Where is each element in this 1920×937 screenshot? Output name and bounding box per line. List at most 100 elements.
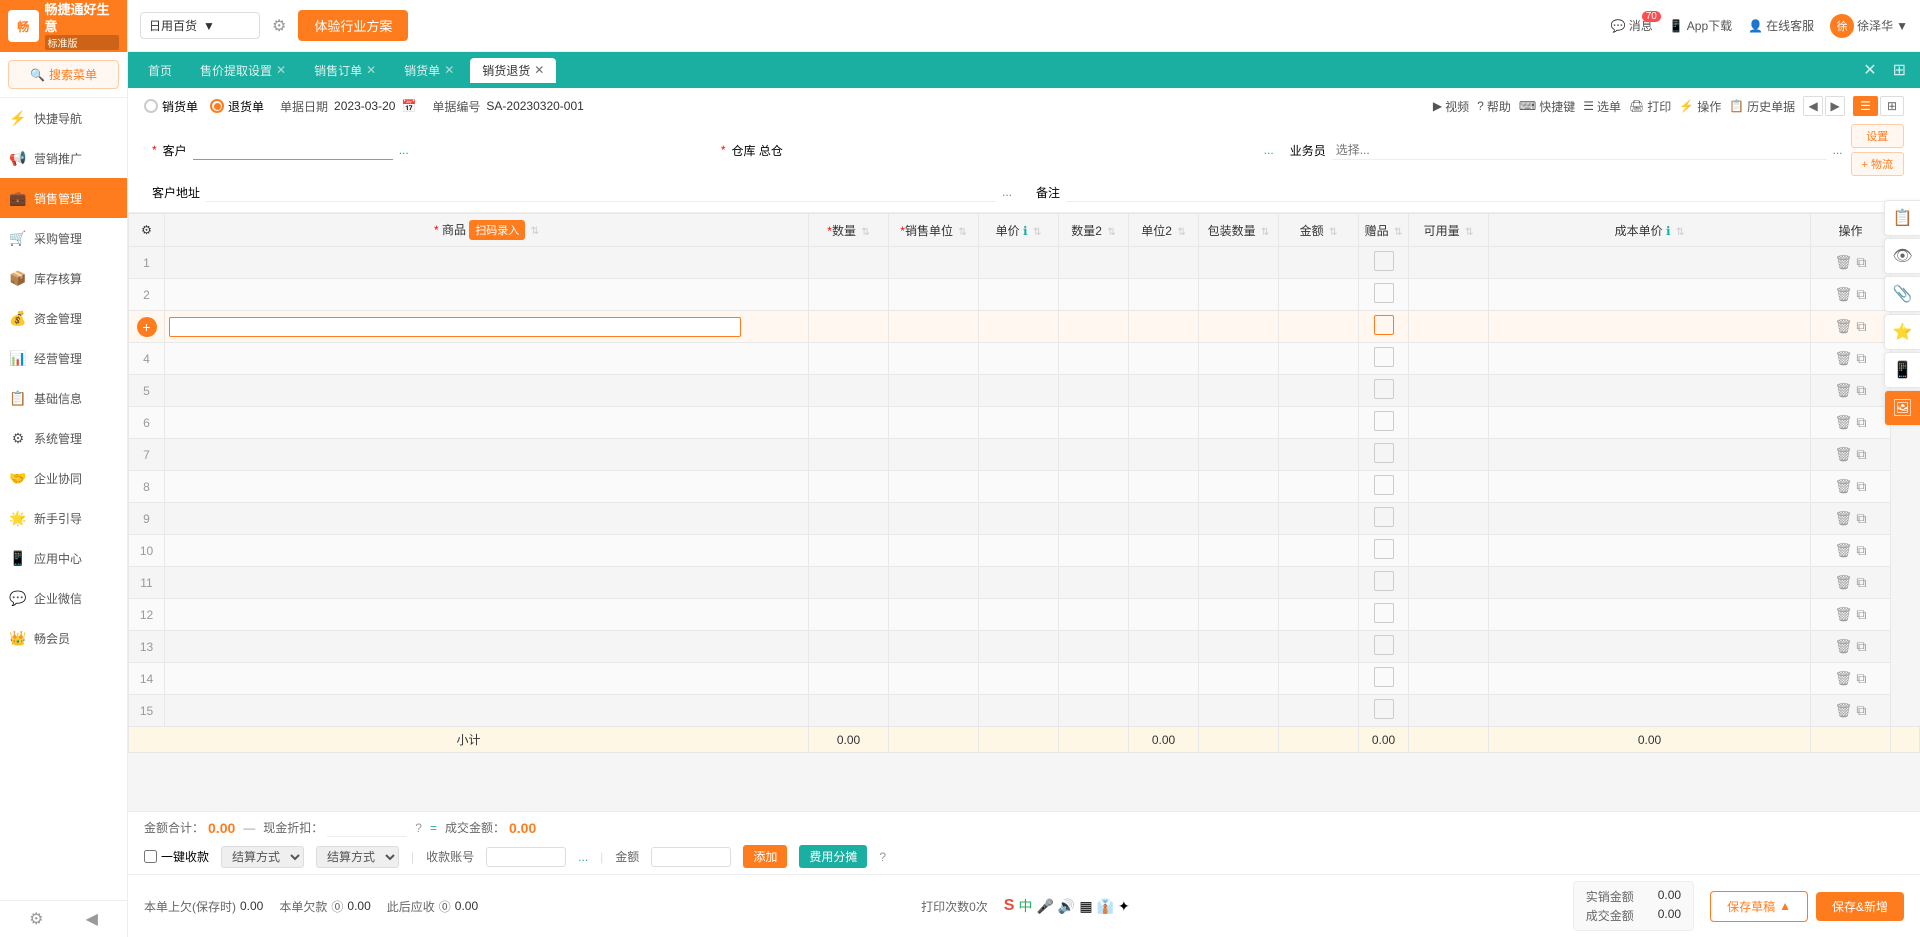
copy-row-icon-3[interactable]: ⧉: [1856, 318, 1866, 335]
sidebar-item-finance[interactable]: 💰 资金管理: [0, 298, 127, 338]
sidebar-item-apps[interactable]: 📱 应用中心: [0, 538, 127, 578]
gift-checkbox-3[interactable]: [1374, 315, 1394, 335]
copy-row-icon-11[interactable]: ⧉: [1856, 574, 1866, 591]
help-circle-icon[interactable]: ?: [415, 821, 422, 835]
tab-sales-return[interactable]: 销货退货 ✕: [470, 58, 556, 83]
delete-row-icon-10[interactable]: 🗑: [1835, 542, 1853, 559]
gift-checkbox-6[interactable]: [1374, 411, 1394, 431]
tab-close-all-icon[interactable]: ✕: [1857, 58, 1882, 82]
gift-checkbox-4[interactable]: [1374, 347, 1394, 367]
tab-price-setting[interactable]: 售价提取设置 ✕: [188, 58, 298, 83]
fee-help-icon[interactable]: ?: [879, 850, 886, 864]
gift-checkbox-10[interactable]: [1374, 539, 1394, 559]
video-action[interactable]: ▶ 视频: [1433, 98, 1469, 115]
gift-checkbox-1[interactable]: [1374, 251, 1394, 271]
shirt-icon[interactable]: 👔: [1097, 898, 1114, 915]
industry-select[interactable]: 日用百货 ▼: [140, 12, 260, 39]
customer-dots[interactable]: ...: [399, 143, 409, 157]
copy-row-icon-14[interactable]: ⧉: [1856, 670, 1866, 687]
tab-close-sales-order[interactable]: ✕: [366, 63, 376, 77]
gift-checkbox-11[interactable]: [1374, 571, 1394, 591]
collapse-icon[interactable]: ◀: [86, 909, 98, 929]
delete-row-icon-14[interactable]: 🗑: [1835, 670, 1853, 687]
tab-close-sales-return[interactable]: ✕: [534, 63, 544, 77]
delete-row-icon-13[interactable]: 🗑: [1835, 638, 1853, 655]
sound-icon[interactable]: 🔊: [1058, 898, 1075, 915]
logistics-btn[interactable]: + 物流: [1851, 152, 1904, 176]
save-draft-button[interactable]: 保存草稿 ▲: [1710, 891, 1808, 922]
product-input-3[interactable]: [169, 317, 741, 337]
price-info-icon[interactable]: ℹ: [1023, 224, 1028, 238]
gift-checkbox-9[interactable]: [1374, 507, 1394, 527]
delete-row-icon-1[interactable]: 🗑: [1835, 254, 1853, 271]
side-mobile-btn[interactable]: 📱: [1884, 352, 1920, 388]
cost-info-icon[interactable]: ℹ: [1666, 224, 1671, 238]
cash-discount-input[interactable]: [327, 818, 407, 837]
copy-row-icon-9[interactable]: ⧉: [1856, 510, 1866, 527]
staff-dots[interactable]: ...: [1833, 143, 1843, 157]
tab-expand-icon[interactable]: ⊞: [1887, 58, 1912, 82]
gift-checkbox-2[interactable]: [1374, 283, 1394, 303]
radio-return[interactable]: 退货单: [210, 98, 264, 115]
tab-sales-delivery[interactable]: 销货单 ✕: [392, 58, 466, 83]
amount-input[interactable]: [651, 847, 731, 867]
gift-checkbox-5[interactable]: [1374, 379, 1394, 399]
radio-sales[interactable]: 销货单: [144, 98, 198, 115]
extra-icon[interactable]: ✦: [1118, 898, 1130, 915]
sidebar-item-purchase[interactable]: 🛒 采购管理: [0, 218, 127, 258]
copy-row-icon-5[interactable]: ⧉: [1856, 382, 1866, 399]
sidebar-item-sales[interactable]: 💼 销售管理: [0, 178, 127, 218]
side-clipboard-btn[interactable]: 📋: [1884, 200, 1920, 236]
sidebar-item-enterprise[interactable]: 🤝 企业协同: [0, 458, 127, 498]
copy-row-icon-7[interactable]: ⧉: [1856, 446, 1866, 463]
shortcut-action[interactable]: ⌨ 快捷键: [1519, 98, 1575, 115]
delete-row-icon-8[interactable]: 🗑: [1835, 478, 1853, 495]
side-image-btn[interactable]: 🖼: [1884, 390, 1920, 426]
onepay-checkbox[interactable]: 一键收款: [144, 848, 209, 865]
delete-row-icon-2[interactable]: 🗑: [1835, 286, 1853, 303]
side-star-btn[interactable]: ⭐: [1884, 314, 1920, 350]
th-gear[interactable]: ⚙: [129, 214, 165, 247]
message-button[interactable]: 💬 消息 70: [1611, 17, 1653, 34]
sidebar-item-basic[interactable]: 📋 基础信息: [0, 378, 127, 418]
delete-row-icon-12[interactable]: 🗑: [1835, 606, 1853, 623]
note-input[interactable]: [1066, 183, 1896, 202]
grid-view-btn[interactable]: ⊞: [1880, 96, 1904, 116]
delete-row-icon-3[interactable]: 🗑: [1835, 318, 1853, 335]
gift-checkbox-7[interactable]: [1374, 443, 1394, 463]
sidebar-item-marketing[interactable]: 📢 营销推广: [0, 138, 127, 178]
copy-row-icon-4[interactable]: ⧉: [1856, 350, 1866, 367]
select-action[interactable]: ☰ 选单: [1583, 98, 1621, 115]
settle-method-select[interactable]: 结算方式: [221, 846, 304, 868]
side-attach-btn[interactable]: 📎: [1884, 276, 1920, 312]
account-dots[interactable]: ...: [578, 850, 588, 864]
tab-home[interactable]: 首页: [136, 58, 184, 83]
tab-close-price-setting[interactable]: ✕: [276, 63, 286, 77]
history-action[interactable]: 📋 历史单据: [1729, 98, 1795, 115]
search-menu-button[interactable]: 🔍 搜索菜单: [8, 60, 119, 89]
app-download-link[interactable]: 📱 App下载: [1669, 17, 1732, 34]
settings-icon[interactable]: ⚙: [29, 909, 43, 929]
sidebar-item-member[interactable]: 👑 畅会员: [0, 618, 127, 658]
save-new-button[interactable]: 保存&新增: [1816, 892, 1904, 921]
sidebar-item-shortcuts[interactable]: ⚡ 快捷导航: [0, 98, 127, 138]
add-button[interactable]: 添加: [743, 845, 787, 868]
list-view-btn[interactable]: ☰: [1853, 96, 1878, 116]
prev-arrow[interactable]: ◀: [1803, 96, 1823, 116]
copy-row-icon-1[interactable]: ⧉: [1856, 254, 1866, 271]
copy-row-icon-2[interactable]: ⧉: [1856, 286, 1866, 303]
online-service-link[interactable]: 👤 在线客服: [1748, 17, 1814, 34]
help-action[interactable]: ? 帮助: [1477, 98, 1511, 115]
delete-row-icon-5[interactable]: 🗑: [1835, 382, 1853, 399]
qr-icon[interactable]: ▦: [1079, 898, 1092, 915]
sidebar-item-operations[interactable]: 📊 经营管理: [0, 338, 127, 378]
copy-row-icon-13[interactable]: ⧉: [1856, 638, 1866, 655]
calc-method-select[interactable]: 结算方式: [316, 846, 399, 868]
gift-checkbox-13[interactable]: [1374, 635, 1394, 655]
gift-checkbox-8[interactable]: [1374, 475, 1394, 495]
sidebar-item-guide[interactable]: 🌟 新手引导: [0, 498, 127, 538]
copy-row-icon-15[interactable]: ⧉: [1856, 702, 1866, 719]
address-dots[interactable]: ...: [1002, 185, 1012, 199]
tab-close-sales-delivery[interactable]: ✕: [444, 63, 454, 77]
calendar-icon[interactable]: 📅: [401, 99, 416, 113]
